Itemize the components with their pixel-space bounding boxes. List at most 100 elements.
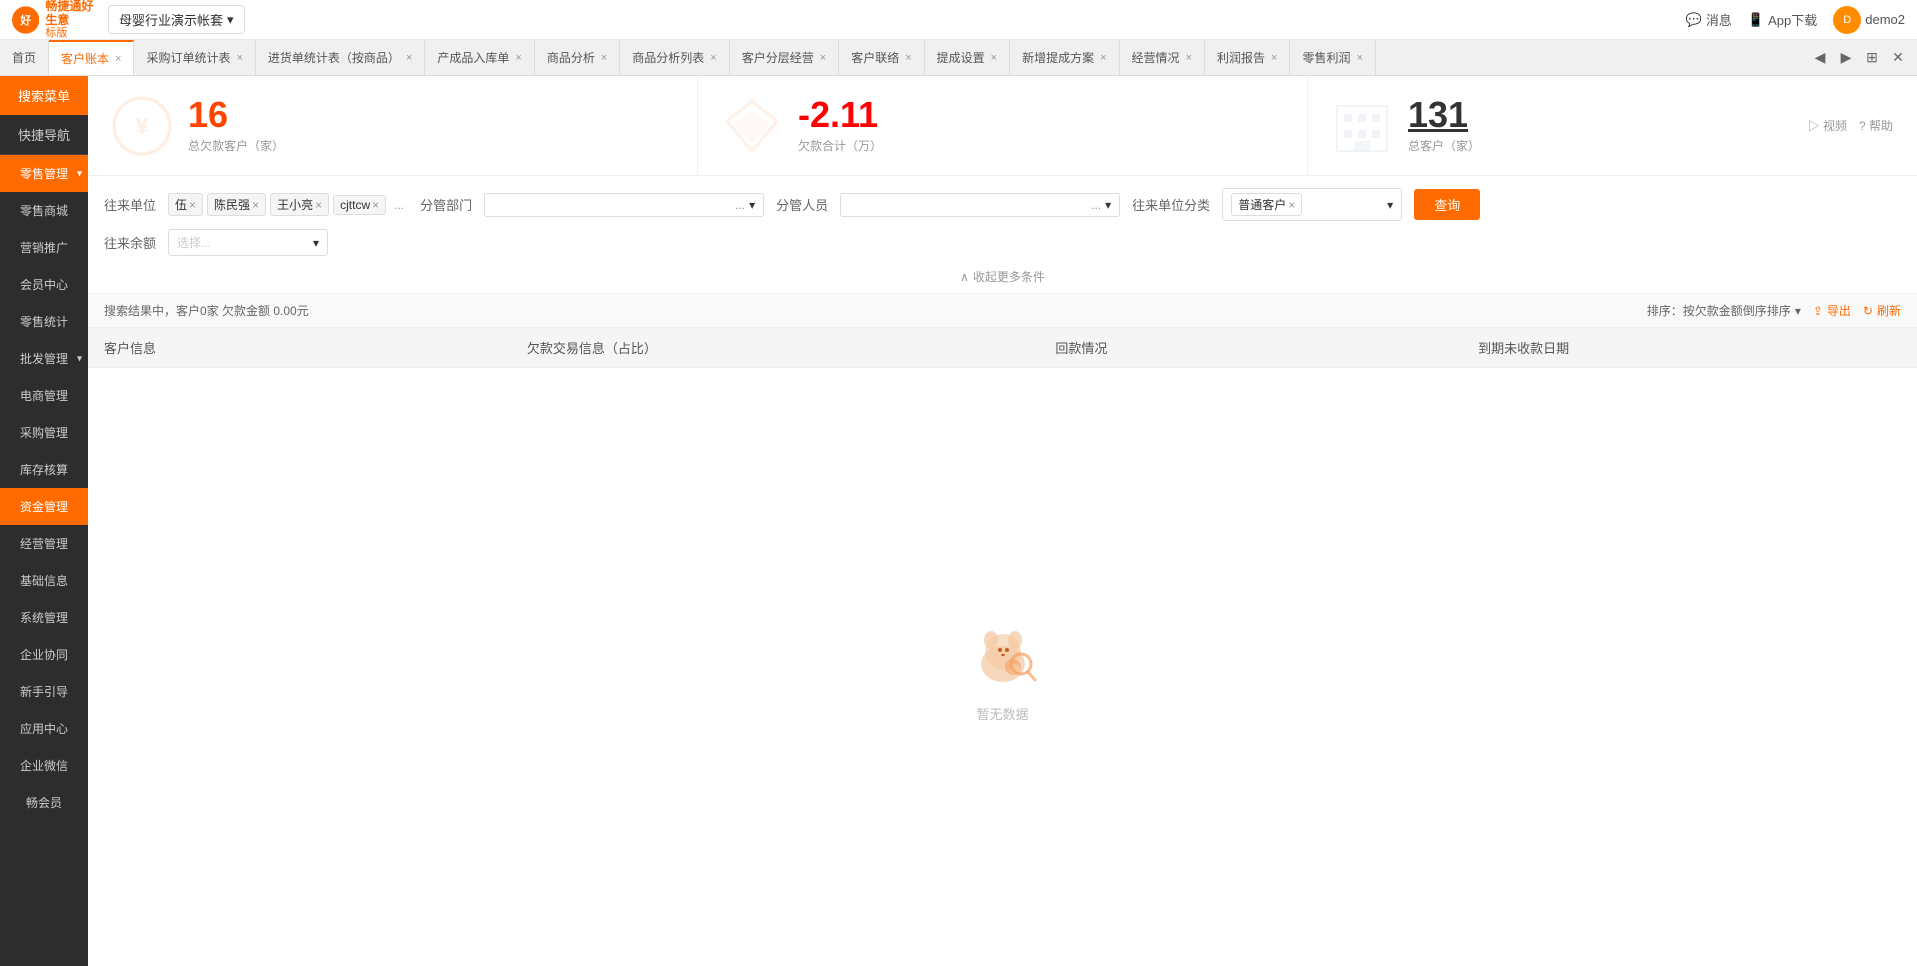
filter-row-2: 往来余额 选择... ▾ bbox=[104, 229, 1901, 256]
filter-unit-class-select[interactable]: 普通客户 × ▾ bbox=[1222, 188, 1402, 221]
sidebar-item-operations[interactable]: 经营管理 bbox=[0, 525, 88, 562]
tab-home[interactable]: 首页 bbox=[0, 40, 49, 76]
sidebar-item-retail-mall[interactable]: 零售商城 bbox=[0, 192, 88, 229]
tab-profit-report[interactable]: 利润报告 × bbox=[1205, 40, 1290, 76]
close-icon[interactable]: × bbox=[820, 52, 826, 64]
tab-close-all-button[interactable]: ✕ bbox=[1887, 47, 1909, 69]
close-icon[interactable]: × bbox=[115, 53, 121, 65]
tab-home-label: 首页 bbox=[12, 49, 36, 66]
filter-person-select[interactable]: ... ▾ bbox=[840, 193, 1120, 217]
filter-tag-chen: 陈民强 × bbox=[207, 193, 266, 216]
tab-product-analysis-list[interactable]: 商品分析列表 × bbox=[620, 40, 729, 76]
sidebar-item-quick-nav[interactable]: 快捷导航 bbox=[0, 115, 88, 155]
close-icon[interactable]: × bbox=[236, 52, 242, 64]
tag-chen-close[interactable]: × bbox=[252, 198, 259, 212]
tab-purchase-stats[interactable]: 进货单统计表（按商品） × bbox=[256, 40, 425, 76]
collapse-button[interactable]: ∧ 收起更多条件 bbox=[104, 264, 1901, 289]
building-icon bbox=[1332, 96, 1392, 156]
sidebar-operations-label: 经营管理 bbox=[20, 537, 68, 551]
close-icon[interactable]: × bbox=[905, 52, 911, 64]
close-icon[interactable]: × bbox=[991, 52, 997, 64]
tab-product-analysis-label: 商品分析 bbox=[547, 49, 595, 66]
message-button[interactable]: 💬 消息 bbox=[1686, 10, 1732, 29]
sidebar-item-retail[interactable]: 零售管理 bbox=[0, 155, 88, 192]
stat-content-customers: 16 总欠款客户（家） bbox=[188, 97, 284, 154]
export-button[interactable]: ⇪ 导出 bbox=[1813, 302, 1851, 319]
collapse-up-icon: ∧ bbox=[960, 270, 969, 284]
sidebar-item-enterprise[interactable]: 企业协同 bbox=[0, 636, 88, 673]
tab-operation[interactable]: 经营情况 × bbox=[1120, 40, 1205, 76]
sidebar-ecommerce-label: 电商管理 bbox=[20, 389, 68, 403]
sidebar-retail-label: 零售管理 bbox=[20, 167, 68, 181]
main-layout: 搜索菜单 快捷导航 零售管理 零售商城 营销推广 会员中心 零售统计 批发管理 … bbox=[0, 76, 1917, 966]
sidebar-item-system[interactable]: 系统管理 bbox=[0, 599, 88, 636]
account-selector[interactable]: 母婴行业演示帐套 ▾ bbox=[108, 5, 245, 34]
sidebar-item-app-center[interactable]: 应用中心 bbox=[0, 710, 88, 747]
close-icon[interactable]: × bbox=[515, 52, 521, 64]
sidebar-item-retail-stats[interactable]: 零售统计 bbox=[0, 303, 88, 340]
filter-person-label: 分管人员 bbox=[776, 195, 828, 214]
tag-cjttcw-close[interactable]: × bbox=[372, 198, 379, 212]
help-link[interactable]: ? 帮助 bbox=[1859, 117, 1893, 134]
export-label: 导出 bbox=[1827, 302, 1851, 319]
app-label: App下载 bbox=[1768, 10, 1817, 29]
tab-customer-account[interactable]: 客户账本 × bbox=[49, 40, 134, 76]
close-icon[interactable]: × bbox=[601, 52, 607, 64]
filter-dept-select[interactable]: ... ▾ bbox=[484, 193, 764, 217]
close-icon[interactable]: × bbox=[1356, 52, 1362, 64]
sidebar-item-ecommerce[interactable]: 电商管理 bbox=[0, 377, 88, 414]
filter-balance-select[interactable]: 选择... ▾ bbox=[168, 229, 328, 256]
sidebar-item-basic-info[interactable]: 基础信息 bbox=[0, 562, 88, 599]
app-download-button[interactable]: 📱 App下载 bbox=[1748, 10, 1817, 29]
unit-class-tag-close[interactable]: × bbox=[1288, 198, 1295, 212]
coin-icon: ¥ bbox=[112, 96, 172, 156]
close-icon[interactable]: × bbox=[406, 52, 412, 64]
tab-retail-profit[interactable]: 零售利润 × bbox=[1290, 40, 1375, 76]
tab-customer-tier[interactable]: 客户分层经营 × bbox=[730, 40, 839, 76]
query-button[interactable]: 查询 bbox=[1414, 189, 1480, 220]
sort-select[interactable]: 排序：按欠款金额倒序排序 ▾ bbox=[1647, 302, 1801, 319]
sidebar-item-member[interactable]: 会员中心 bbox=[0, 266, 88, 303]
stat-item-links: ▷ 视频 ? 帮助 bbox=[1808, 117, 1893, 134]
tab-add-commission[interactable]: 新增提成方案 × bbox=[1010, 40, 1119, 76]
logo-text: 畅捷通好生意 标版 bbox=[45, 0, 100, 40]
tab-customer-contact[interactable]: 客户联络 × bbox=[839, 40, 924, 76]
sidebar-retail-mall-label: 零售商城 bbox=[20, 204, 68, 218]
stat-value-debt: -2.11 bbox=[798, 97, 882, 133]
tab-next-button[interactable]: ▶ bbox=[1835, 47, 1857, 69]
sidebar-item-wholesale[interactable]: 批发管理 bbox=[0, 340, 88, 377]
video-link[interactable]: ▷ 视频 bbox=[1808, 117, 1847, 134]
sidebar-item-marketing[interactable]: 营销推广 bbox=[0, 229, 88, 266]
sidebar-enterprise-label: 企业协同 bbox=[20, 648, 68, 662]
sidebar-item-wechat[interactable]: 企业微信 bbox=[0, 747, 88, 784]
sidebar-item-member2[interactable]: 畅会员 bbox=[0, 784, 88, 821]
tab-prev-button[interactable]: ◀ bbox=[1809, 47, 1831, 69]
tag-wu-close[interactable]: × bbox=[189, 198, 196, 212]
refresh-button[interactable]: ↻ 刷新 bbox=[1863, 302, 1901, 319]
sidebar-finance-label: 资金管理 bbox=[20, 500, 68, 514]
tab-purchase-order[interactable]: 采购订单统计表 × bbox=[134, 40, 255, 76]
tab-purchase-order-label: 采购订单统计表 bbox=[146, 49, 230, 66]
tab-commission-settings[interactable]: 提成设置 × bbox=[925, 40, 1010, 76]
sidebar-member-label: 会员中心 bbox=[20, 278, 68, 292]
sidebar-item-purchase[interactable]: 采购管理 bbox=[0, 414, 88, 451]
more-tags-button[interactable]: ... bbox=[390, 196, 408, 214]
message-icon: 💬 bbox=[1686, 12, 1702, 28]
tab-product-receipt[interactable]: 产成品入库单 × bbox=[425, 40, 534, 76]
sidebar-item-inventory[interactable]: 库存核算 bbox=[0, 451, 88, 488]
tab-product-analysis[interactable]: 商品分析 × bbox=[535, 40, 620, 76]
tab-expand-button[interactable]: ⊞ bbox=[1861, 47, 1883, 69]
sidebar-item-search[interactable]: 搜索菜单 bbox=[0, 76, 88, 115]
tag-wang-close[interactable]: × bbox=[315, 198, 322, 212]
close-icon[interactable]: × bbox=[1100, 52, 1106, 64]
dept-chevron-icon: ▾ bbox=[749, 198, 755, 212]
close-icon[interactable]: × bbox=[1186, 52, 1192, 64]
user-area[interactable]: D demo2 bbox=[1833, 6, 1905, 34]
table-header: 客户信息 欠款交易信息（占比） 回款情况 到期未收款日期 bbox=[88, 328, 1917, 368]
close-icon[interactable]: × bbox=[1271, 52, 1277, 64]
quick-nav-label: 快捷导航 bbox=[18, 128, 70, 143]
message-label: 消息 bbox=[1706, 10, 1732, 29]
sidebar-item-finance[interactable]: 资金管理 bbox=[0, 488, 88, 525]
close-icon[interactable]: × bbox=[710, 52, 716, 64]
sidebar-item-newbie[interactable]: 新手引导 bbox=[0, 673, 88, 710]
